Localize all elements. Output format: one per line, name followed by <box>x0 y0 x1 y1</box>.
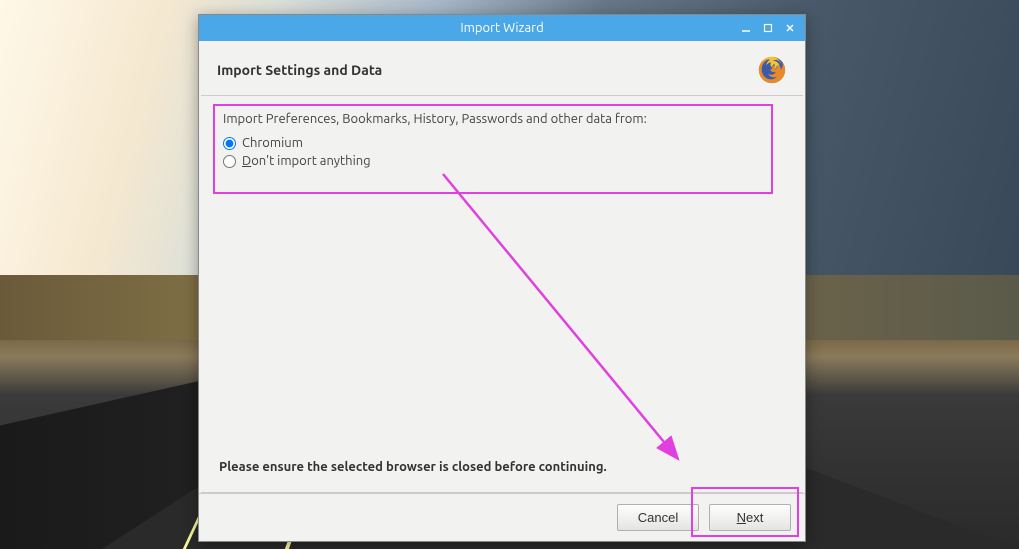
radio-input-dont-import[interactable] <box>223 155 236 168</box>
page-title: Import Settings and Data <box>217 62 757 78</box>
import-wizard-dialog: Import Wizard Import Settings and Data I… <box>198 14 806 542</box>
dialog-header: Import Settings and Data <box>199 41 805 95</box>
content-area: Import Preferences, Bookmarks, History, … <box>199 96 805 492</box>
radio-label-chromium: Chromium <box>242 136 303 150</box>
radio-option-dont-import[interactable]: Don't import anything <box>223 154 787 168</box>
import-prompt: Import Preferences, Bookmarks, History, … <box>223 112 787 126</box>
minimize-icon <box>741 23 751 33</box>
minimize-button[interactable] <box>735 18 757 38</box>
button-bar: Cancel Next <box>199 493 805 541</box>
next-button[interactable]: Next <box>709 504 791 531</box>
radio-label-dont-import: Don't import anything <box>242 154 371 168</box>
maximize-button[interactable] <box>757 18 779 38</box>
radio-option-chromium[interactable]: Chromium <box>223 136 787 150</box>
radio-input-chromium[interactable] <box>223 137 236 150</box>
maximize-icon <box>763 23 773 33</box>
cancel-button[interactable]: Cancel <box>617 504 699 531</box>
window-title: Import Wizard <box>199 21 805 35</box>
titlebar[interactable]: Import Wizard <box>199 15 805 41</box>
close-button[interactable] <box>779 18 801 38</box>
close-icon <box>785 23 795 33</box>
firefox-icon <box>757 55 787 85</box>
window-controls <box>735 18 801 38</box>
warning-text: Please ensure the selected browser is cl… <box>219 460 607 474</box>
